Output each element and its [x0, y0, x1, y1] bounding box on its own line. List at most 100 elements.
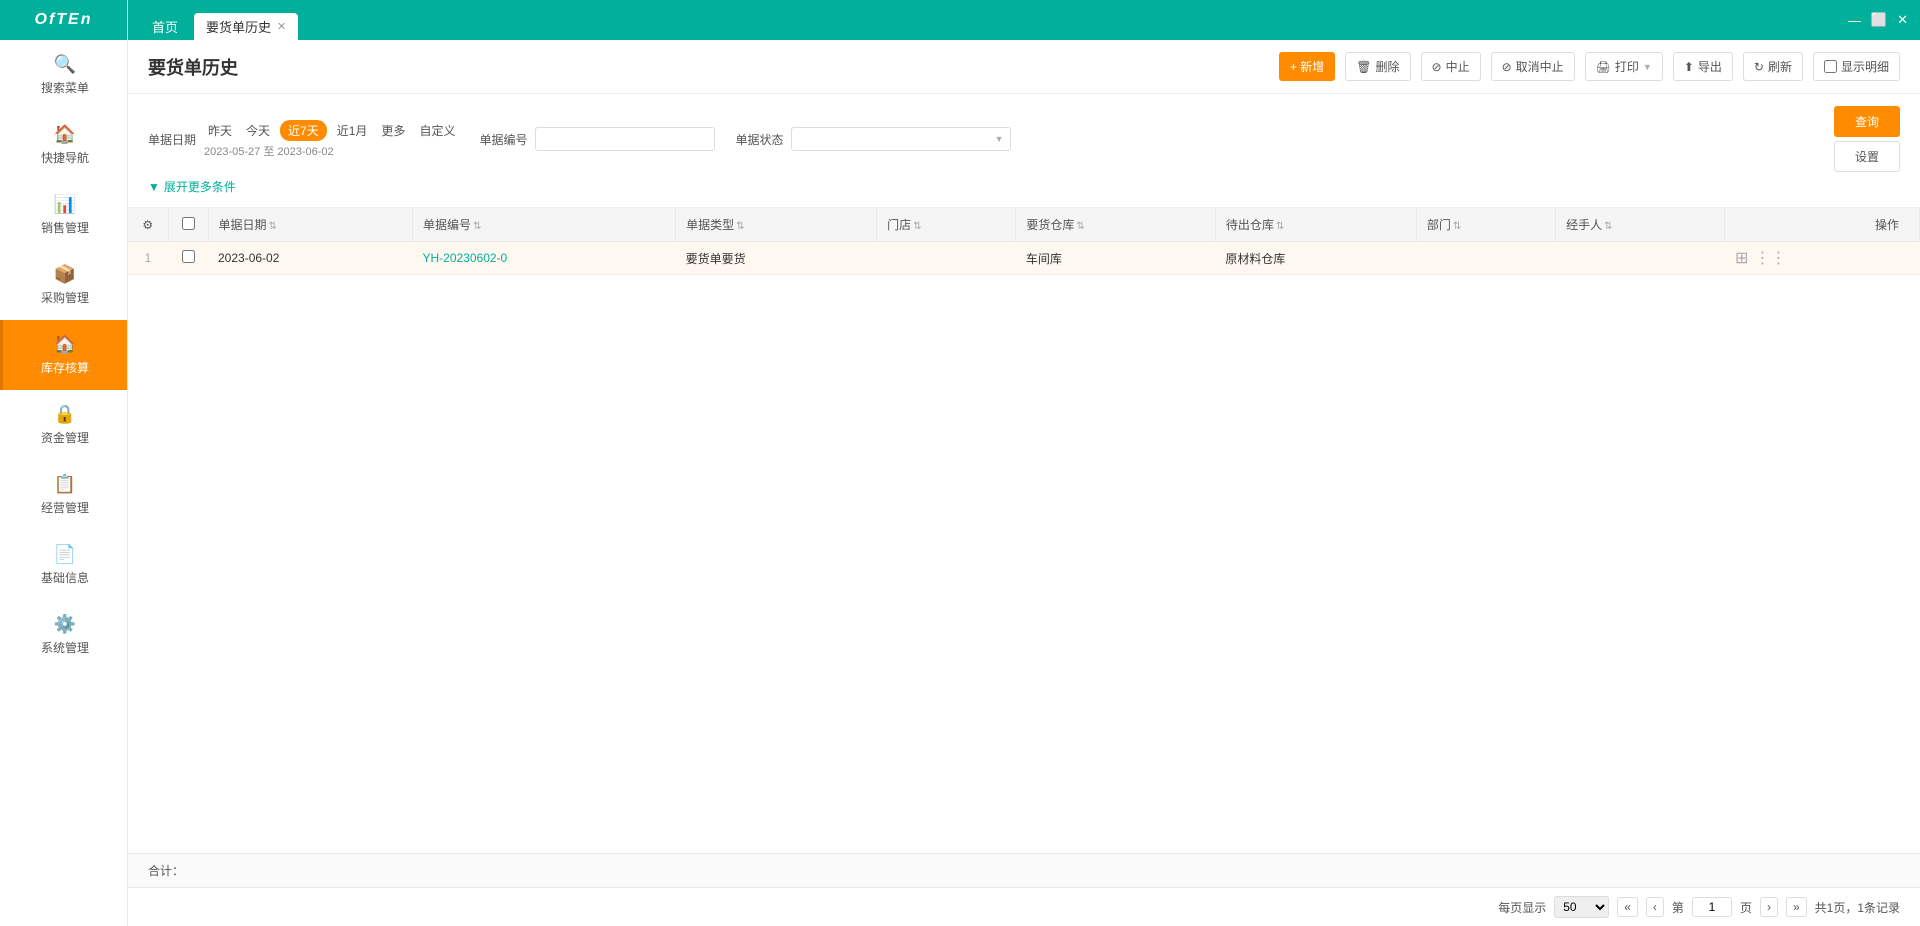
page-title: 要货单历史 — [148, 54, 1279, 80]
sidebar-label-finance: 资金管理 — [41, 429, 89, 446]
sidebar-icon-operations: 📋 — [54, 474, 76, 495]
window-controls: — ⬜ ✕ — [1848, 12, 1908, 28]
content-area: 要货单历史 + 新增 🗑 删除 ⊘ 中止 ⊘ 取消中止 🖨 打印 — [128, 40, 1920, 926]
sort-pend-wh-icon[interactable]: ⇅ — [1276, 221, 1284, 232]
select-all-checkbox[interactable] — [182, 217, 195, 230]
per-page-label: 每页显示 — [1498, 899, 1546, 916]
sidebar-item-basic[interactable]: 📄 基础信息 — [0, 530, 127, 600]
sidebar-label-sales: 销售管理 — [41, 219, 89, 236]
stop-button[interactable]: ⊘ 中止 — [1421, 52, 1481, 81]
sort-req-wh-icon[interactable]: ⇅ — [1076, 221, 1084, 232]
settings-gear-icon[interactable]: ⚙ — [142, 218, 153, 232]
search-button[interactable]: 查询 — [1834, 106, 1900, 137]
first-page-btn[interactable]: « — [1617, 897, 1638, 917]
row-checkbox-0 — [168, 242, 208, 275]
sidebar-label-quick-nav: 快捷导航 — [41, 149, 89, 166]
doc-no-label: 单据编号 — [479, 131, 527, 148]
date-opt-4[interactable]: 更多 — [377, 121, 409, 140]
cancel-stop-button[interactable]: ⊘ 取消中止 — [1491, 52, 1575, 81]
tab-1[interactable]: 要货单历史 ✕ — [194, 13, 298, 40]
footer-summary: 合计： — [128, 853, 1920, 887]
data-table: ⚙ 单据日期⇅ 单据编号⇅ 单据类型⇅ — [128, 208, 1920, 275]
row-date-0: 2023-06-02 — [208, 242, 412, 275]
brand-name: OfTEn — [35, 11, 93, 29]
th-handler: 经手人⇅ — [1556, 208, 1725, 242]
prev-page-btn[interactable]: ‹ — [1646, 897, 1664, 917]
settings-button[interactable]: 设置 — [1834, 141, 1900, 172]
delete-icon: 🗑 — [1356, 60, 1371, 74]
new-button[interactable]: + 新增 — [1279, 52, 1335, 81]
minimize-btn[interactable]: — — [1848, 13, 1861, 28]
sort-docno-icon[interactable]: ⇅ — [473, 221, 481, 232]
row-index-0: 1 — [128, 242, 168, 275]
sidebar-icon-purchase: 📦 — [54, 264, 76, 285]
th-pending-warehouse: 待出仓库⇅ — [1215, 208, 1416, 242]
page-header: 要货单历史 + 新增 🗑 删除 ⊘ 中止 ⊘ 取消中止 🖨 打印 — [128, 40, 1920, 94]
expand-more-icon: ▼ — [148, 180, 160, 194]
next-page-btn[interactable]: › — [1760, 897, 1778, 917]
sort-handler-icon[interactable]: ⇅ — [1604, 221, 1612, 232]
brand-logo: OfTEn — [0, 0, 127, 40]
per-page-select[interactable]: 50 10 20 100 — [1554, 896, 1609, 918]
main-area: 首页要货单历史✕ — ⬜ ✕ 要货单历史 + 新增 🗑 删除 ⊘ 中止 — [128, 0, 1920, 926]
sidebar-item-finance[interactable]: 🔒 资金管理 — [0, 390, 127, 460]
sort-dept-icon[interactable]: ⇅ — [1453, 221, 1461, 232]
row-more-icon-0[interactable]: ⋮⋮ — [1754, 248, 1786, 268]
date-opt-1[interactable]: 今天 — [242, 121, 274, 140]
date-opt-5[interactable]: 自定义 — [415, 121, 459, 140]
refresh-icon: ↻ — [1754, 60, 1764, 74]
sidebar-item-system[interactable]: ⚙️ 系统管理 — [0, 600, 127, 670]
top-bar: 首页 要货单历史 ✕ — ⬜ ✕ — [128, 0, 1920, 40]
sidebar-item-inventory[interactable]: 🏠 库存核算 — [0, 320, 127, 390]
date-opt-3[interactable]: 近1月 — [333, 121, 372, 140]
sidebar-item-purchase[interactable]: 📦 采购管理 — [0, 250, 127, 320]
sort-date-icon[interactable]: ⇅ — [269, 221, 277, 232]
expand-more-button[interactable]: ▼ 展开更多条件 — [148, 178, 1900, 195]
refresh-button[interactable]: ↻ 刷新 — [1743, 52, 1803, 81]
summary-label: 合计： — [148, 864, 184, 878]
row-docno-0: YH-20230602-0 — [412, 242, 675, 275]
sort-doctype-icon[interactable]: ⇅ — [736, 221, 744, 232]
row-handler-0 — [1556, 242, 1725, 275]
sidebar-label-system: 系统管理 — [41, 639, 89, 656]
restore-btn[interactable]: ⬜ — [1871, 12, 1887, 28]
th-req-warehouse: 要货仓库⇅ — [1016, 208, 1216, 242]
date-filter-label: 单据日期 — [148, 131, 196, 148]
page-number-input[interactable] — [1692, 897, 1732, 917]
delete-button[interactable]: 🗑 删除 — [1345, 52, 1410, 81]
stop-icon: ⊘ — [1432, 60, 1442, 74]
tab-label-0: 首页 — [152, 17, 178, 36]
th-checkbox — [168, 208, 208, 242]
tab-close-1[interactable]: ✕ — [277, 20, 286, 33]
sidebar-item-quick-nav[interactable]: 🏠 快捷导航 — [0, 110, 127, 180]
display-detail-toggle[interactable]: 显示明细 — [1813, 52, 1900, 81]
sidebar-icon-sales: 📊 — [54, 194, 76, 215]
sidebar-icon-inventory: 🏠 — [54, 334, 76, 355]
export-button[interactable]: ⬆ 导出 — [1673, 52, 1733, 81]
sort-store-icon[interactable]: ⇅ — [913, 221, 921, 232]
filter-row-1: 单据日期 昨天今天近7天近1月更多自定义 2023-05-27 至 2023-0… — [148, 106, 1900, 172]
filter-area: 单据日期 昨天今天近7天近1月更多自定义 2023-05-27 至 2023-0… — [128, 94, 1920, 208]
date-opt-2[interactable]: 近7天 — [280, 120, 327, 141]
tab-0[interactable]: 首页 — [140, 13, 190, 40]
sidebar-item-search[interactable]: 🔍 搜索菜单 — [0, 40, 127, 110]
sidebar-item-operations[interactable]: 📋 经营管理 — [0, 460, 127, 530]
date-opt-0[interactable]: 昨天 — [204, 121, 236, 140]
close-btn[interactable]: ✕ — [1897, 12, 1908, 28]
status-select-wrapper — [791, 127, 1011, 151]
tab-label-1: 要货单历史 — [206, 17, 271, 36]
toolbar: + 新增 🗑 删除 ⊘ 中止 ⊘ 取消中止 🖨 打印 ▼ — [1279, 52, 1900, 81]
status-filter: 单据状态 — [735, 127, 1011, 151]
status-select[interactable] — [791, 127, 1011, 151]
row-docno-link-0[interactable]: YH-20230602-0 — [422, 251, 507, 265]
sidebar-item-sales[interactable]: 📊 销售管理 — [0, 180, 127, 250]
display-detail-checkbox[interactable] — [1824, 60, 1837, 73]
row-store-0 — [877, 242, 1016, 275]
print-dropdown-icon: ▼ — [1643, 62, 1652, 72]
th-actions: 操作 — [1725, 208, 1920, 242]
doc-no-input[interactable] — [535, 127, 715, 151]
print-button[interactable]: 🖨 打印 ▼ — [1585, 52, 1663, 81]
row-select-0[interactable] — [182, 250, 195, 263]
row-view-icon-0[interactable]: ⊞ — [1735, 248, 1748, 268]
last-page-btn[interactable]: » — [1786, 897, 1807, 917]
